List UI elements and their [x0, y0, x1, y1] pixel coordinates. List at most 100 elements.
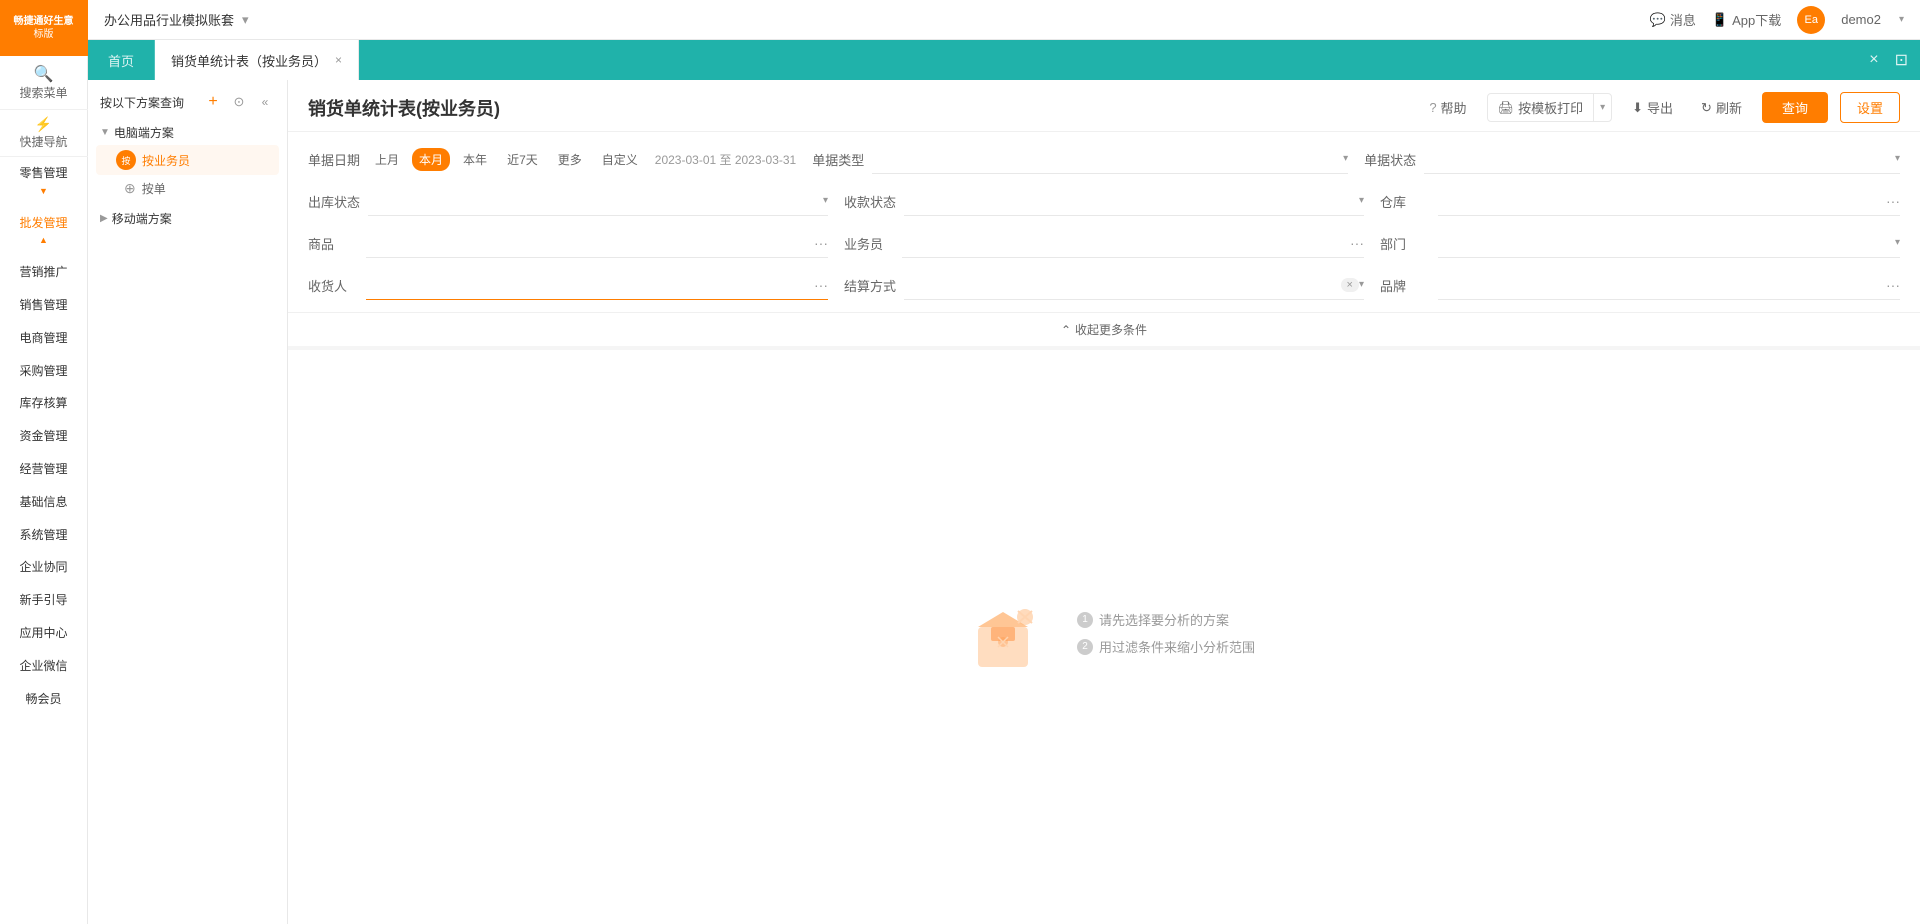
- scheme-item-by-salesman[interactable]: 按 按业务员: [96, 145, 279, 175]
- settings-button[interactable]: 设置: [1840, 92, 1900, 123]
- warehouse-input-field[interactable]: [1438, 186, 1886, 215]
- scheme-group-mobile-header[interactable]: ▶ 移动端方案: [96, 206, 279, 231]
- date-this-month-btn[interactable]: 本月: [412, 148, 450, 171]
- refresh-label: 刷新: [1716, 98, 1742, 117]
- edit-scheme-icon: ⊙: [234, 94, 245, 110]
- goods-input-field[interactable]: [366, 228, 814, 257]
- sidebar-item-basic[interactable]: 基础信息: [0, 486, 88, 519]
- window-maximize-button[interactable]: ⊡: [1891, 46, 1912, 74]
- sidebar-item-appcenter[interactable]: 应用中心: [0, 617, 88, 650]
- sidebar-item-operations[interactable]: 经营管理: [0, 453, 88, 486]
- tab-home[interactable]: 首页: [88, 40, 155, 80]
- date-custom-btn[interactable]: 自定义: [595, 148, 645, 171]
- payment-method-clear-button[interactable]: ×: [1347, 279, 1353, 291]
- sidebar-item-inventory[interactable]: 库存核算: [0, 387, 88, 420]
- collapse-button[interactable]: ⌃ 收起更多条件: [1061, 321, 1147, 338]
- brand-dots-icon[interactable]: ···: [1886, 277, 1900, 293]
- collapse-label: 收起更多条件: [1075, 321, 1147, 338]
- tab-close-icon[interactable]: ×: [335, 53, 342, 67]
- export-button[interactable]: ⬇ 导出: [1624, 94, 1681, 121]
- sidebar-ecommerce-label: 电商管理: [4, 330, 84, 347]
- filter-payment-method-input[interactable]: × ▾: [904, 270, 1364, 300]
- scheme-group-desktop-header[interactable]: ▼ 电脑端方案: [96, 120, 279, 145]
- date-this-year-btn[interactable]: 本年: [456, 148, 494, 171]
- filter-warehouse-input[interactable]: ···: [1438, 186, 1900, 216]
- goods-dots-icon[interactable]: ···: [814, 235, 828, 251]
- page-title: 销货单统计表(按业务员): [308, 95, 500, 121]
- empty-tip-2: 2 用过滤条件来缩小分析范围: [1077, 637, 1255, 656]
- payment-method-arrow-icon[interactable]: ▾: [1359, 279, 1364, 290]
- doc-status-arrow-icon[interactable]: ▾: [1895, 153, 1900, 164]
- filter-doc-type-input[interactable]: ▾: [872, 144, 1348, 174]
- window-close-button[interactable]: ×: [1865, 47, 1882, 73]
- filter-doc-status-input[interactable]: ▾: [1424, 144, 1900, 174]
- sidebar-item-enterprise[interactable]: 企业协同: [0, 551, 88, 584]
- filter-salesman-input[interactable]: ···: [902, 228, 1364, 258]
- sidebar-item-finance[interactable]: 资金管理: [0, 420, 88, 453]
- doc-type-input-field[interactable]: [872, 144, 1343, 173]
- query-button[interactable]: 查询: [1762, 92, 1828, 123]
- filter-brand-input[interactable]: ···: [1438, 270, 1900, 300]
- filter-dept-input[interactable]: ▾: [1438, 228, 1900, 258]
- scheme-sub-item-by-order[interactable]: ⊕ 按单: [96, 175, 279, 202]
- add-scheme-button[interactable]: +: [203, 92, 223, 112]
- filter-goods-input[interactable]: ···: [366, 228, 828, 258]
- delivery-arrow-icon[interactable]: ▾: [823, 195, 828, 206]
- scheme-group-desktop: ▼ 电脑端方案 按 按业务员 ⊕ 按单: [88, 120, 287, 202]
- dept-arrow-icon[interactable]: ▾: [1895, 237, 1900, 248]
- sidebar-item-sales[interactable]: 销售管理: [0, 289, 88, 322]
- tab-sales-stat[interactable]: 销货单统计表（按业务员） ×: [155, 40, 359, 80]
- filter-payment-input[interactable]: ▾: [904, 186, 1364, 216]
- payment-input-field[interactable]: [904, 186, 1359, 215]
- sidebar-item-search[interactable]: 🔍 搜索菜单: [0, 56, 88, 110]
- sidebar-item-purchase[interactable]: 采购管理: [0, 355, 88, 388]
- sidebar-item-system[interactable]: 系统管理: [0, 519, 88, 552]
- help-button[interactable]: ? 帮助: [1421, 94, 1474, 121]
- sidebar-item-ecommerce[interactable]: 电商管理: [0, 322, 88, 355]
- sidebar-item-wechat[interactable]: 企业微信: [0, 650, 88, 683]
- dept-input-field[interactable]: [1438, 228, 1895, 257]
- message-button[interactable]: 💬 消息: [1650, 10, 1696, 29]
- payment-arrow-icon[interactable]: ▾: [1359, 195, 1364, 206]
- collapse-panel-button[interactable]: «: [255, 92, 275, 112]
- print-dropdown-button[interactable]: ▾: [1594, 98, 1611, 117]
- user-dropdown-arrow[interactable]: ▾: [1899, 14, 1904, 25]
- export-label: 导出: [1647, 98, 1673, 117]
- brand-input-field[interactable]: [1438, 270, 1886, 299]
- sidebar-item-retail[interactable]: 零售管理 ▼: [0, 157, 88, 207]
- sidebar-item-member[interactable]: 畅会员: [0, 683, 88, 716]
- sidebar-item-marketing[interactable]: 营销推广: [0, 256, 88, 289]
- sidebar-item-shortcuts[interactable]: ⚡ 快捷导航: [0, 110, 88, 157]
- payment-method-input-field[interactable]: [904, 270, 1341, 299]
- sidebar-item-wholesale[interactable]: 批发管理 ▲: [0, 207, 88, 257]
- top-header-left: 办公用品行业模拟账套 ▾: [104, 10, 249, 29]
- filter-consignee-input[interactable]: ···: [366, 270, 828, 300]
- salesman-dots-icon[interactable]: ···: [1350, 235, 1364, 251]
- warehouse-dots-icon[interactable]: ···: [1886, 193, 1900, 209]
- salesman-input-field[interactable]: [902, 228, 1350, 257]
- filter-delivery-input[interactable]: ▾: [368, 186, 828, 216]
- consignee-dots-icon[interactable]: ···: [814, 277, 828, 293]
- user-avatar[interactable]: Ea: [1797, 6, 1825, 34]
- filter-goods-label: 商品: [308, 234, 358, 253]
- left-panel-actions: + ⊙ «: [203, 92, 275, 112]
- filter-salesman-label: 业务员: [844, 234, 894, 253]
- delivery-input-field[interactable]: [368, 186, 823, 215]
- collapse-bar[interactable]: ⌃ 收起更多条件: [288, 312, 1920, 346]
- date-last7-btn[interactable]: 近7天: [500, 148, 545, 171]
- scheme-group-mobile: ▶ 移动端方案: [88, 206, 287, 231]
- app-download-button[interactable]: 📱 App下载: [1712, 10, 1781, 29]
- refresh-button[interactable]: ↻ 刷新: [1693, 94, 1750, 121]
- filter-consignee-label: 收货人: [308, 276, 358, 295]
- sidebar-item-newbie[interactable]: 新手引导: [0, 584, 88, 617]
- doc-type-arrow-icon[interactable]: ▾: [1343, 153, 1348, 164]
- doc-status-input-field[interactable]: [1424, 144, 1895, 173]
- print-main-button[interactable]: 🖨 按模板打印: [1488, 94, 1595, 121]
- consignee-input-field[interactable]: [366, 270, 814, 299]
- help-icon: ?: [1429, 100, 1436, 115]
- app-logo[interactable]: 畅捷通好生意 标版: [0, 0, 88, 56]
- collapse-icon: ⌃: [1061, 323, 1071, 337]
- edit-scheme-button[interactable]: ⊙: [229, 92, 249, 112]
- date-more-btn[interactable]: 更多: [551, 148, 589, 171]
- date-last-month-btn[interactable]: 上月: [368, 148, 406, 171]
